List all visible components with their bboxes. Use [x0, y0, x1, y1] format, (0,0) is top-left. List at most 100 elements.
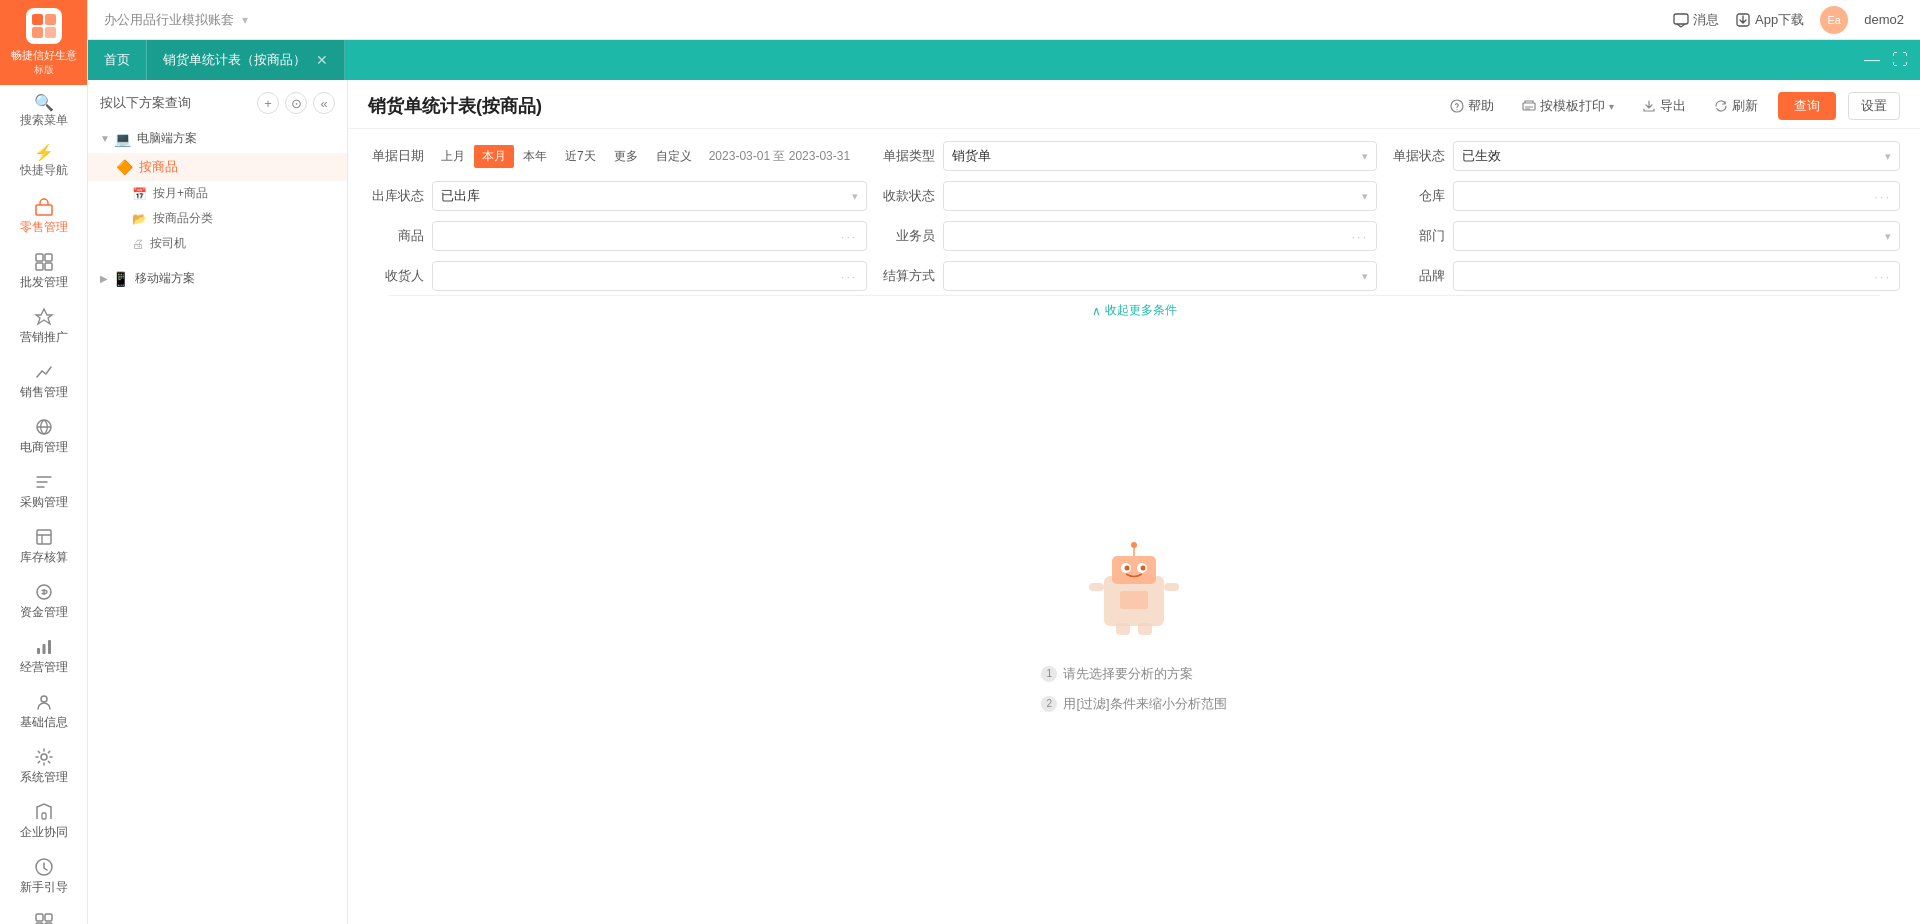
template-print-arrow-icon[interactable]: ▾ [1609, 101, 1614, 112]
sidebar-item-operations[interactable]: 经营管理 [0, 629, 87, 684]
svg-rect-7 [36, 263, 43, 270]
scheme-item-by-category[interactable]: 📂 按商品分类 [88, 206, 347, 231]
by-category-icon: 📂 [132, 212, 147, 226]
payment-status-arrow-icon: ▾ [1362, 190, 1368, 203]
add-scheme-btn[interactable]: + [257, 92, 279, 114]
app-name: 畅捷信好生意 [11, 48, 77, 63]
sidebar-item-ecommerce-label: 电商管理 [20, 439, 68, 456]
doc-status-control[interactable]: 已生效 ▾ [1453, 141, 1900, 171]
avatar[interactable]: Ea [1820, 6, 1848, 34]
mobile-scheme-group: ▶ 📱 移动端方案 [88, 262, 347, 295]
date-tab-more[interactable]: 更多 [605, 144, 647, 169]
svg-rect-28 [1112, 556, 1156, 584]
date-tab-custom[interactable]: 自定义 [647, 144, 701, 169]
scheme-item-by-month-goods[interactable]: 📅 按月+商品 [88, 181, 347, 206]
breadcrumb-text: 办公用品行业模拟账套 [104, 11, 234, 29]
sidebar-item-newbie[interactable]: 新手引导 [0, 849, 87, 904]
goods-filter: 商品 ··· [368, 221, 879, 251]
sidebar-item-sales[interactable]: 销售管理 [0, 354, 87, 409]
sidebar-item-purchase[interactable]: 采购管理 [0, 464, 87, 519]
delivery-status-control[interactable]: 已出库 ▾ [432, 181, 867, 211]
sidebar-item-retail[interactable]: 零售管理 [0, 189, 87, 244]
app-logo[interactable]: 畅捷信好生意 标版 [0, 0, 88, 85]
collapse-more-btn[interactable]: ∧ 收起更多条件 [388, 295, 1880, 325]
doc-status-arrow-icon: ▾ [1885, 150, 1891, 163]
doc-type-control[interactable]: 销货单 ▾ [943, 141, 1378, 171]
svg-rect-39 [1120, 591, 1148, 609]
tab-close-icon[interactable]: ✕ [316, 52, 328, 68]
sidebar-item-apps[interactable]: 应用中心 [0, 904, 87, 924]
brand-label: 品牌 [1389, 267, 1453, 285]
message-btn[interactable]: 消息 [1673, 11, 1719, 29]
sidebar-item-finance[interactable]: 资金管理 [0, 574, 87, 629]
empty-step-2-label: 用[过滤]条件来缩小分析范围 [1063, 691, 1226, 717]
payment-status-control[interactable]: ▾ [943, 181, 1378, 211]
doc-status-label: 单据状态 [1389, 147, 1453, 165]
tab-home[interactable]: 首页 [88, 40, 147, 80]
tab-expand-btn[interactable]: ⛶ [1888, 47, 1912, 73]
salesperson-control[interactable]: ··· [943, 221, 1378, 251]
tab-minimize-btn[interactable]: — [1860, 47, 1884, 73]
breadcrumb-arrow-icon: ▾ [242, 13, 248, 27]
search-menu-btn[interactable]: 🔍 搜索菜单 [0, 85, 87, 137]
scheme-item-by-goods[interactable]: 🔶 按商品 [88, 153, 347, 181]
sidebar-item-system[interactable]: 系统管理 [0, 739, 87, 794]
date-tab-this-year[interactable]: 本年 [514, 144, 556, 169]
settlement-control[interactable]: ▾ [943, 261, 1378, 291]
empty-step-1: 1 请先选择要分析的方案 [1041, 661, 1226, 687]
date-tab-last-month[interactable]: 上月 [432, 144, 474, 169]
svg-rect-5 [36, 254, 43, 261]
content-area: 按以下方案查询 + ⊙ « ▼ 💻 电脑端方案 🔶 按商品 [88, 80, 1920, 924]
warehouse-control[interactable]: ··· [1453, 181, 1900, 211]
sidebar-item-ecommerce[interactable]: 电商管理 [0, 409, 87, 464]
sidebar-item-enterprise[interactable]: 企业协同 [0, 794, 87, 849]
export-btn[interactable]: 导出 [1634, 93, 1694, 119]
department-control[interactable]: ▾ [1453, 221, 1900, 251]
sidebar-item-marketing[interactable]: 营销推广 [0, 299, 87, 354]
page-title: 销货单统计表(按商品) [368, 94, 542, 118]
receiver-dots-icon: ··· [841, 269, 858, 284]
sidebar: 畅捷信好生意 标版 🔍 搜索菜单 ⚡ 快捷导航 零售管理 批发管理 营销推广 销… [0, 0, 88, 924]
sidebar-item-retail-label: 零售管理 [20, 219, 68, 236]
right-content: 销货单统计表(按商品) 帮助 按模板打印 ▾ 导出 [348, 80, 1920, 924]
query-btn[interactable]: 查询 [1778, 92, 1836, 120]
svg-rect-3 [45, 27, 56, 38]
mobile-group-title[interactable]: ▶ 📱 移动端方案 [88, 266, 347, 291]
date-tab-this-month[interactable]: 本月 [474, 145, 514, 168]
collapse-panel-btn[interactable]: « [313, 92, 335, 114]
empty-state: 1 请先选择要分析的方案 2 用[过滤]条件来缩小分析范围 [348, 337, 1920, 924]
refresh-btn[interactable]: 刷新 [1706, 93, 1766, 119]
tab-bar-actions: — ⛶ [1852, 40, 1920, 80]
help-btn[interactable]: 帮助 [1442, 93, 1502, 119]
collapse-label: 收起更多条件 [1105, 302, 1177, 319]
svg-rect-0 [32, 14, 43, 25]
brand-control[interactable]: ··· [1453, 261, 1900, 291]
pc-group-title[interactable]: ▼ 💻 电脑端方案 [88, 126, 347, 151]
user-name[interactable]: demo2 [1864, 12, 1904, 27]
template-print-btn[interactable]: 按模板打印 ▾ [1514, 93, 1622, 119]
goods-control[interactable]: ··· [432, 221, 867, 251]
settings-scheme-btn[interactable]: ⊙ [285, 92, 307, 114]
sidebar-item-inventory[interactable]: 库存核算 [0, 519, 87, 574]
doc-status-value: 已生效 [1462, 147, 1501, 165]
filter-row-4: 收货人 ··· 结算方式 ▾ 品牌 [368, 261, 1900, 291]
date-tab-7days[interactable]: 近7天 [556, 144, 605, 169]
page-actions: 帮助 按模板打印 ▾ 导出 刷新 [1442, 92, 1900, 120]
sidebar-item-wholesale[interactable]: 批发管理 [0, 244, 87, 299]
refresh-label: 刷新 [1732, 97, 1758, 115]
doc-type-value: 销货单 [952, 147, 991, 165]
date-filter-group: 单据日期 上月 本月 本年 近7天 更多 自定义 2023-03-01 至 20… [368, 144, 879, 169]
sidebar-item-newbie-label: 新手引导 [20, 879, 68, 896]
quick-nav-btn[interactable]: ⚡ 快捷导航 [0, 137, 87, 185]
breadcrumb-area: 办公用品行业模拟账套 ▾ [104, 11, 248, 29]
delivery-status-arrow-icon: ▾ [852, 190, 858, 203]
app-download-btn[interactable]: App下载 [1735, 11, 1804, 29]
settings-btn[interactable]: 设置 [1848, 92, 1900, 120]
sidebar-item-basic[interactable]: 基础信息 [0, 684, 87, 739]
scheme-item-by-printer[interactable]: 🖨 按司机 [88, 231, 347, 256]
salesperson-label: 业务员 [879, 227, 943, 245]
tab-sales-stats[interactable]: 销货单统计表（按商品） ✕ [147, 40, 345, 80]
svg-point-24 [1451, 100, 1463, 112]
filter-row-2: 出库状态 已出库 ▾ 收款状态 ▾ 仓库 [368, 181, 1900, 211]
receiver-control[interactable]: ··· [432, 261, 867, 291]
